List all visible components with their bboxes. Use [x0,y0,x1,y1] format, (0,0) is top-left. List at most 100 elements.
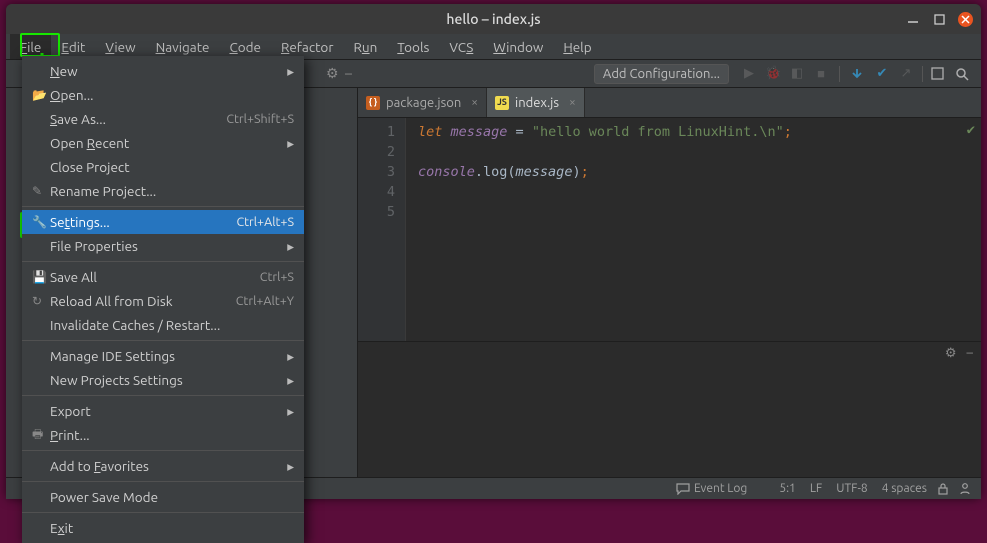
line-number: 3 [358,162,395,182]
line-ending[interactable]: LF [810,482,822,495]
shortcut-label: Ctrl+S [260,270,294,284]
file-menu-dropdown: New▸📂Open...Save As...Ctrl+Shift+SOpen R… [22,56,304,543]
menu-vcs[interactable]: VCS [439,34,483,59]
speech-bubble-icon [676,483,690,495]
submenu-arrow-icon: ▸ [287,238,294,255]
menu-run[interactable]: Run [343,34,387,59]
git-push-icon[interactable]: ↗ [898,66,914,81]
run-config-label: Add Configuration... [603,67,720,81]
file-menu-item-new[interactable]: New▸ [22,59,304,83]
tab-label: index.js [515,96,559,110]
file-menu-item-file-properties[interactable]: File Properties▸ [22,234,304,258]
submenu-arrow-icon: ▸ [287,372,294,389]
line-number: 5 [358,202,395,222]
menu-item-label: Reload All from Disk [50,293,236,309]
reload-icon: ↻ [32,294,50,308]
event-log-label: Event Log [694,482,747,495]
hide-icon[interactable]: – [967,346,973,360]
submenu-arrow-icon: ▸ [287,135,294,152]
file-menu-item-save-as[interactable]: Save As...Ctrl+Shift+S [22,107,304,131]
close-tab-icon[interactable]: × [569,96,576,109]
shortcut-label: Ctrl+Shift+S [226,112,294,126]
file-menu-item-rename-project[interactable]: ✎Rename Project... [22,179,304,203]
cursor-position[interactable]: 5:1 [779,482,796,495]
file-menu-item-exit[interactable]: Exit [22,516,304,540]
menu-item-label: Manage IDE Settings [50,348,287,364]
menu-item-label: Open Recent [50,135,287,151]
window-title: hello – index.js [446,11,540,27]
titlebar: hello – index.js [6,4,981,34]
maximize-icon[interactable] [932,12,946,26]
menu-item-label: Save All [50,269,260,285]
menu-item-label: Print... [50,427,294,443]
menu-item-label: Settings... [50,214,236,230]
lock-icon[interactable] [937,482,949,495]
debug-icon[interactable]: 🐞 [765,66,781,81]
add-configuration-button[interactable]: Add Configuration... [594,64,729,84]
file-menu-item-add-to-favorites[interactable]: Add to Favorites▸ [22,454,304,478]
left-gear[interactable]: ⚙ – [326,65,352,82]
print-icon: 🖶 [32,425,50,446]
file-menu-item-power-save-mode[interactable]: Power Save Mode [22,485,304,509]
close-tab-icon[interactable]: × [471,96,478,109]
search-icon[interactable] [955,67,971,81]
menu-tools[interactable]: Tools [387,34,439,59]
file-menu-item-print[interactable]: 🖶Print... [22,423,304,447]
file-menu-item-invalidate-caches-restart[interactable]: Invalidate Caches / Restart... [22,313,304,337]
toolbar-box-icon[interactable] [931,67,947,80]
editor-pane: { } package.json × JS index.js × ✔ 1 2 3… [358,88,981,477]
submenu-arrow-icon: ▸ [287,348,294,365]
menu-item-label: Exit [50,520,294,536]
file-menu-item-manage-ide-settings[interactable]: Manage IDE Settings▸ [22,344,304,368]
menu-window[interactable]: Window [483,34,553,59]
tab-index-js[interactable]: JS index.js × [487,88,585,117]
menu-item-label: File Properties [50,238,287,254]
bottom-tool-window[interactable]: ⚙ – [358,341,981,477]
close-icon[interactable] [958,12,973,27]
gear-icon[interactable]: ⚙ [945,346,957,361]
json-icon: { } [366,96,380,110]
shortcut-label: Ctrl+Alt+Y [236,294,294,308]
shortcut-label: Ctrl+Alt+S [236,215,294,229]
tab-label: package.json [386,96,461,110]
menu-item-label: Save As... [50,111,226,127]
line-number: 2 [358,142,395,162]
code-area[interactable]: let message = "hello world from LinuxHin… [406,118,981,341]
submenu-arrow-icon: ▸ [287,403,294,420]
menu-item-label: Open... [50,87,294,103]
encoding[interactable]: UTF-8 [836,482,867,495]
tab-package-json[interactable]: { } package.json × [358,88,487,117]
line-number: 1 [358,122,395,142]
menu-item-label: Power Save Mode [50,489,294,505]
pencil-icon: ✎ [32,184,50,198]
menu-item-label: Rename Project... [50,183,294,199]
file-menu-item-close-project[interactable]: Close Project [22,155,304,179]
menu-item-label: Invalidate Caches / Restart... [50,317,294,333]
person-icon[interactable] [959,482,971,495]
menu-item-label: Add to Favorites [50,458,287,474]
event-log-button[interactable]: Event Log [676,482,747,495]
indent-info[interactable]: 4 spaces [882,482,927,495]
git-commit-icon[interactable]: ✔ [874,66,890,81]
folder-icon: 📂 [32,88,50,102]
coverage-icon[interactable]: ◧ [789,66,805,81]
file-menu-item-export[interactable]: Export▸ [22,399,304,423]
js-icon: JS [495,96,509,110]
code-editor[interactable]: ✔ 1 2 3 4 5 let message = "hello world f… [358,118,981,341]
minimize-icon[interactable] [906,12,920,26]
run-icon[interactable]: ▶ [741,66,757,81]
stop-icon[interactable]: ■ [813,66,829,81]
file-menu-item-open-recent[interactable]: Open Recent▸ [22,131,304,155]
file-menu-item-reload-all-from-disk[interactable]: ↻Reload All from DiskCtrl+Alt+Y [22,289,304,313]
wrench-icon: 🔧 [32,215,50,229]
line-number: 4 [358,182,395,202]
submenu-arrow-icon: ▸ [287,458,294,475]
analysis-ok-icon: ✔ [967,122,975,138]
git-update-icon[interactable] [850,67,866,81]
file-menu-item-save-all[interactable]: 💾Save AllCtrl+S [22,265,304,289]
file-menu-item-new-projects-settings[interactable]: New Projects Settings▸ [22,368,304,392]
file-menu-item-settings[interactable]: 🔧Settings...Ctrl+Alt+S [22,210,304,234]
line-gutter: 1 2 3 4 5 [358,118,406,341]
menu-help[interactable]: Help [553,34,601,59]
file-menu-item-open[interactable]: 📂Open... [22,83,304,107]
